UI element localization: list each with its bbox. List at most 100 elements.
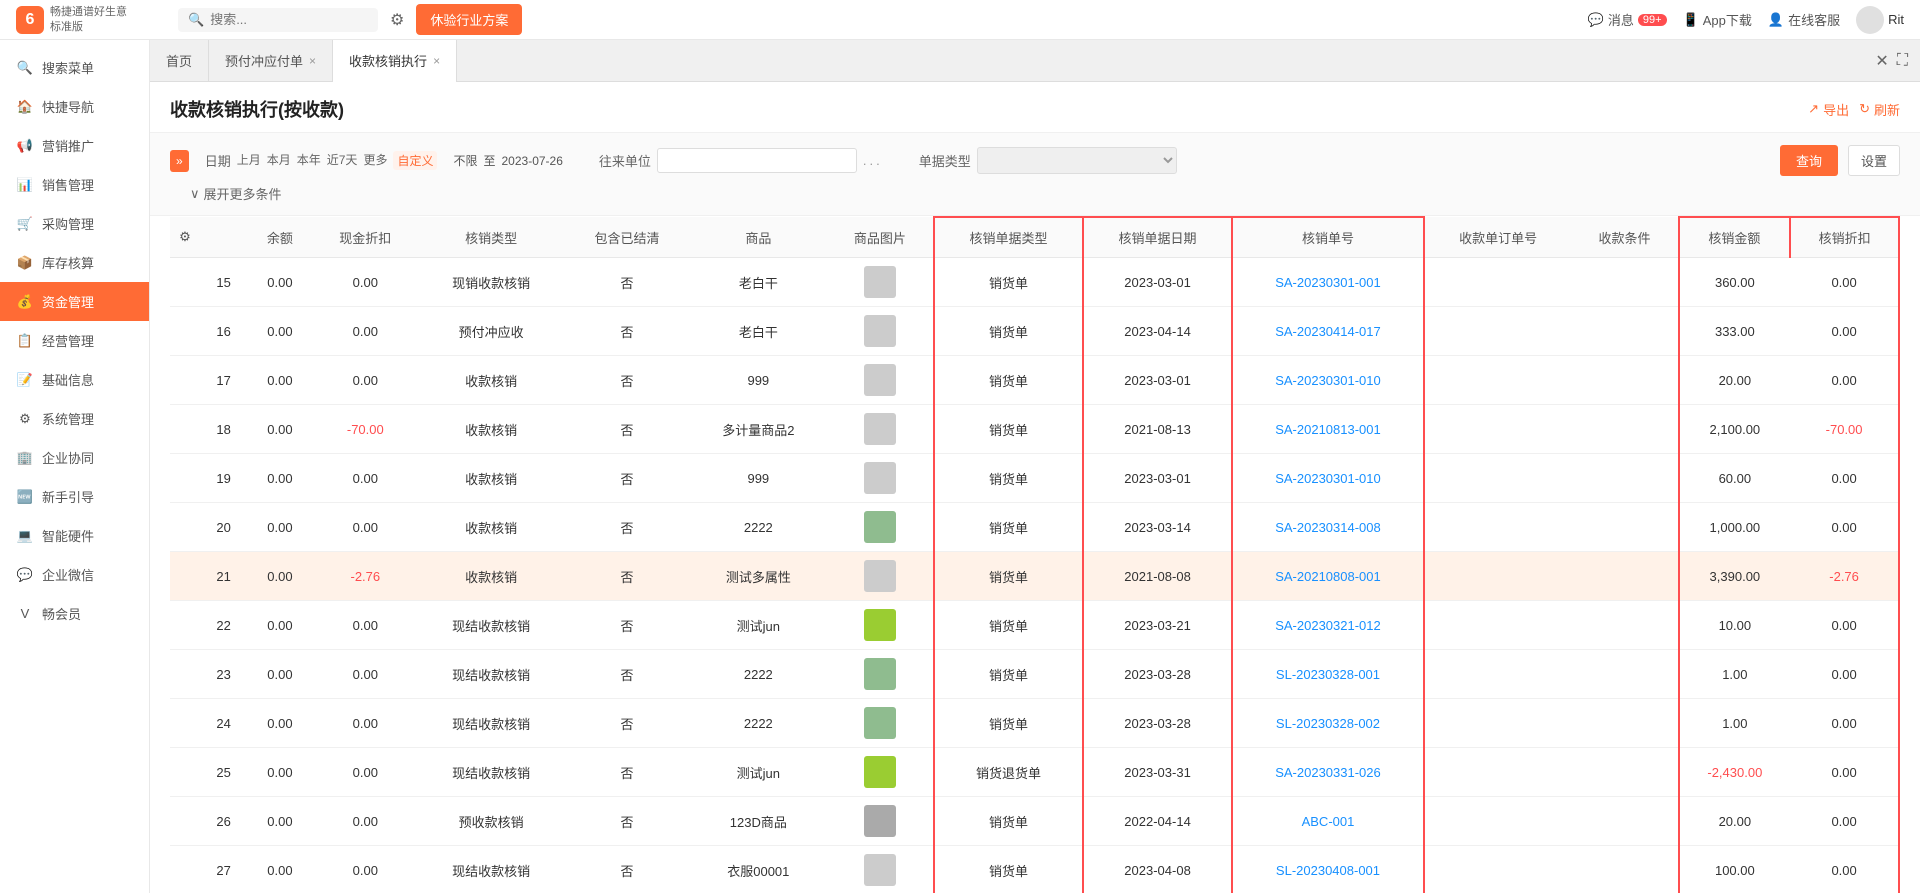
td-verify-bill-type: 销货单: [934, 356, 1083, 405]
td-verify-bill-no[interactable]: SA-20210808-001: [1232, 552, 1424, 601]
filter-date-this-year[interactable]: 本年: [297, 151, 321, 170]
td-verify-bill-date: 2023-03-31: [1083, 748, 1232, 797]
bill-no-link[interactable]: SA-20210808-001: [1275, 569, 1381, 584]
tab-prepay-close[interactable]: ×: [309, 54, 316, 68]
sidebar-item-label: 系统管理: [42, 409, 94, 428]
td-receipt-condition: [1571, 307, 1678, 356]
td-goods-img: [827, 699, 934, 748]
sidebar-item-quick-nav[interactable]: 🏠 快捷导航: [0, 87, 149, 126]
sidebar-item-label: 资金管理: [42, 292, 94, 311]
refresh-button[interactable]: ↻ 刷新: [1859, 100, 1900, 119]
expand-conditions[interactable]: ∨ 展开更多条件: [190, 184, 1900, 203]
sidebar-item-sales[interactable]: 📊 销售管理: [0, 165, 149, 204]
th-balance: 余额: [247, 217, 312, 258]
tab-receipt[interactable]: 收款核销执行 ×: [333, 40, 457, 82]
bill-no-link[interactable]: SL-20230328-001: [1276, 667, 1380, 682]
td-goods: 老白干: [690, 307, 827, 356]
bill-no-link[interactable]: SA-20230414-017: [1275, 324, 1381, 339]
bill-no-link[interactable]: SA-20230301-010: [1275, 471, 1381, 486]
sidebar-item-system[interactable]: ⚙ 系统管理: [0, 399, 149, 438]
td-verify-discount: 0.00: [1790, 846, 1899, 893]
query-button[interactable]: 查询: [1780, 145, 1838, 176]
sidebar: 🔍 搜索菜单 🏠 快捷导航 📢 营销推广 📊 销售管理 🛒 采购管理 📦 库存核…: [0, 40, 150, 893]
bill-no-link[interactable]: SA-20210813-001: [1275, 422, 1381, 437]
online-service-action[interactable]: 👤 在线客服: [1768, 10, 1840, 29]
bill-no-link[interactable]: SA-20230331-026: [1275, 765, 1381, 780]
td-verify-bill-date: 2023-03-01: [1083, 356, 1232, 405]
sidebar-item-marketing[interactable]: 📢 营销推广: [0, 126, 149, 165]
export-button[interactable]: ↗ 导出: [1808, 100, 1849, 119]
bill-no-link[interactable]: ABC-001: [1302, 814, 1355, 829]
td-verify-bill-no[interactable]: SA-20230314-008: [1232, 503, 1424, 552]
sidebar-item-enterprise[interactable]: 🏢 企业协同: [0, 438, 149, 477]
td-seq: 19: [200, 454, 247, 503]
td-verify-bill-no[interactable]: SA-20230331-026: [1232, 748, 1424, 797]
app-download-action[interactable]: 📱 App下载: [1683, 10, 1752, 29]
sidebar-item-hardware[interactable]: 💻 智能硬件: [0, 516, 149, 555]
td-verify-bill-no[interactable]: ABC-001: [1232, 797, 1424, 846]
td-cash-discount: 0.00: [313, 699, 419, 748]
td-verify-bill-no[interactable]: SA-20230301-001: [1232, 258, 1424, 307]
td-verify-discount: 0.00: [1790, 601, 1899, 650]
filter-date-this-month[interactable]: 本月: [267, 151, 291, 170]
tab-close-btn[interactable]: ✕: [1875, 51, 1888, 71]
td-verify-amount: 20.00: [1679, 356, 1791, 405]
message-icon: 💬: [1588, 12, 1604, 28]
setting-button[interactable]: 设置: [1848, 145, 1900, 176]
sidebar-item-basic[interactable]: 📝 基础信息: [0, 360, 149, 399]
td-verify-bill-no[interactable]: SA-20230414-017: [1232, 307, 1424, 356]
sidebar-item-purchase[interactable]: 🛒 采购管理: [0, 204, 149, 243]
sidebar-item-business[interactable]: 📋 经营管理: [0, 321, 149, 360]
user-info[interactable]: Rit: [1856, 6, 1904, 34]
tab-home[interactable]: 首页: [150, 40, 209, 82]
td-verify-bill-no[interactable]: SA-20230321-012: [1232, 601, 1424, 650]
page-content: 收款核销执行(按收款) ↗ 导出 ↻ 刷新 » 日期: [150, 82, 1920, 893]
td-verify-bill-no[interactable]: SL-20230328-002: [1232, 699, 1424, 748]
filter-type-select[interactable]: [977, 147, 1177, 174]
td-verify-amount: 10.00: [1679, 601, 1791, 650]
bill-no-link[interactable]: SL-20230408-001: [1276, 863, 1380, 878]
bill-no-link[interactable]: SA-20230314-008: [1275, 520, 1381, 535]
tab-expand-btn[interactable]: ⛶: [1897, 52, 1908, 70]
sidebar-item-finance[interactable]: 💰 资金管理: [0, 282, 149, 321]
sidebar-item-member[interactable]: V 畅会员: [0, 594, 149, 633]
sidebar-item-search[interactable]: 🔍 搜索菜单: [0, 48, 149, 87]
search-input[interactable]: [210, 12, 360, 27]
td-goods: 衣服00001: [690, 846, 827, 893]
bill-no-link[interactable]: SA-20230301-001: [1275, 275, 1381, 290]
tab-prepay[interactable]: 预付冲应付单 ×: [209, 40, 333, 82]
th-settings[interactable]: ⚙: [170, 217, 200, 258]
tab-receipt-close[interactable]: ×: [433, 54, 440, 68]
td-verify-bill-no[interactable]: SL-20230328-001: [1232, 650, 1424, 699]
td-receipt-condition: [1571, 601, 1678, 650]
bill-no-link[interactable]: SA-20230301-010: [1275, 373, 1381, 388]
filter-date-custom[interactable]: 自定义: [393, 151, 437, 170]
export-icon: ↗: [1808, 101, 1819, 117]
td-verify-bill-no[interactable]: SA-20230301-010: [1232, 356, 1424, 405]
member-icon: V: [16, 606, 34, 621]
td-balance: 0.00: [247, 846, 312, 893]
td-verify-bill-type: 销货单: [934, 797, 1083, 846]
search-wrap[interactable]: 🔍: [178, 8, 378, 32]
td-verify-bill-no[interactable]: SA-20230301-010: [1232, 454, 1424, 503]
wechat-icon: 💬: [16, 567, 34, 583]
td-seq: 15: [200, 258, 247, 307]
filter-expand-button[interactable]: »: [170, 150, 189, 172]
filter-date-last-month[interactable]: 上月: [237, 151, 261, 170]
sidebar-item-guide[interactable]: 🆕 新手引导: [0, 477, 149, 516]
bill-no-link[interactable]: SA-20230321-012: [1275, 618, 1381, 633]
sidebar-item-inventory[interactable]: 📦 库存核算: [0, 243, 149, 282]
td-verify-bill-no[interactable]: SL-20230408-001: [1232, 846, 1424, 893]
industry-button[interactable]: 休验行业方案: [416, 4, 522, 35]
td-verify-bill-no[interactable]: SA-20210813-001: [1232, 405, 1424, 454]
th-cash-discount: 现金折扣: [313, 217, 419, 258]
filter-date-item: 日期 上月 本月 本年 近7天 更多 自定义: [205, 151, 438, 170]
filter-date-more[interactable]: 更多: [363, 151, 387, 170]
td-cash-discount: 0.00: [313, 258, 419, 307]
bill-no-link[interactable]: SL-20230328-002: [1276, 716, 1380, 731]
filter-date-7days[interactable]: 近7天: [327, 151, 358, 170]
sidebar-item-wechat[interactable]: 💬 企业微信: [0, 555, 149, 594]
gear-icon[interactable]: ⚙: [390, 10, 404, 30]
message-action[interactable]: 💬 消息 99+: [1588, 10, 1667, 29]
filter-unit-input[interactable]: [657, 148, 857, 173]
